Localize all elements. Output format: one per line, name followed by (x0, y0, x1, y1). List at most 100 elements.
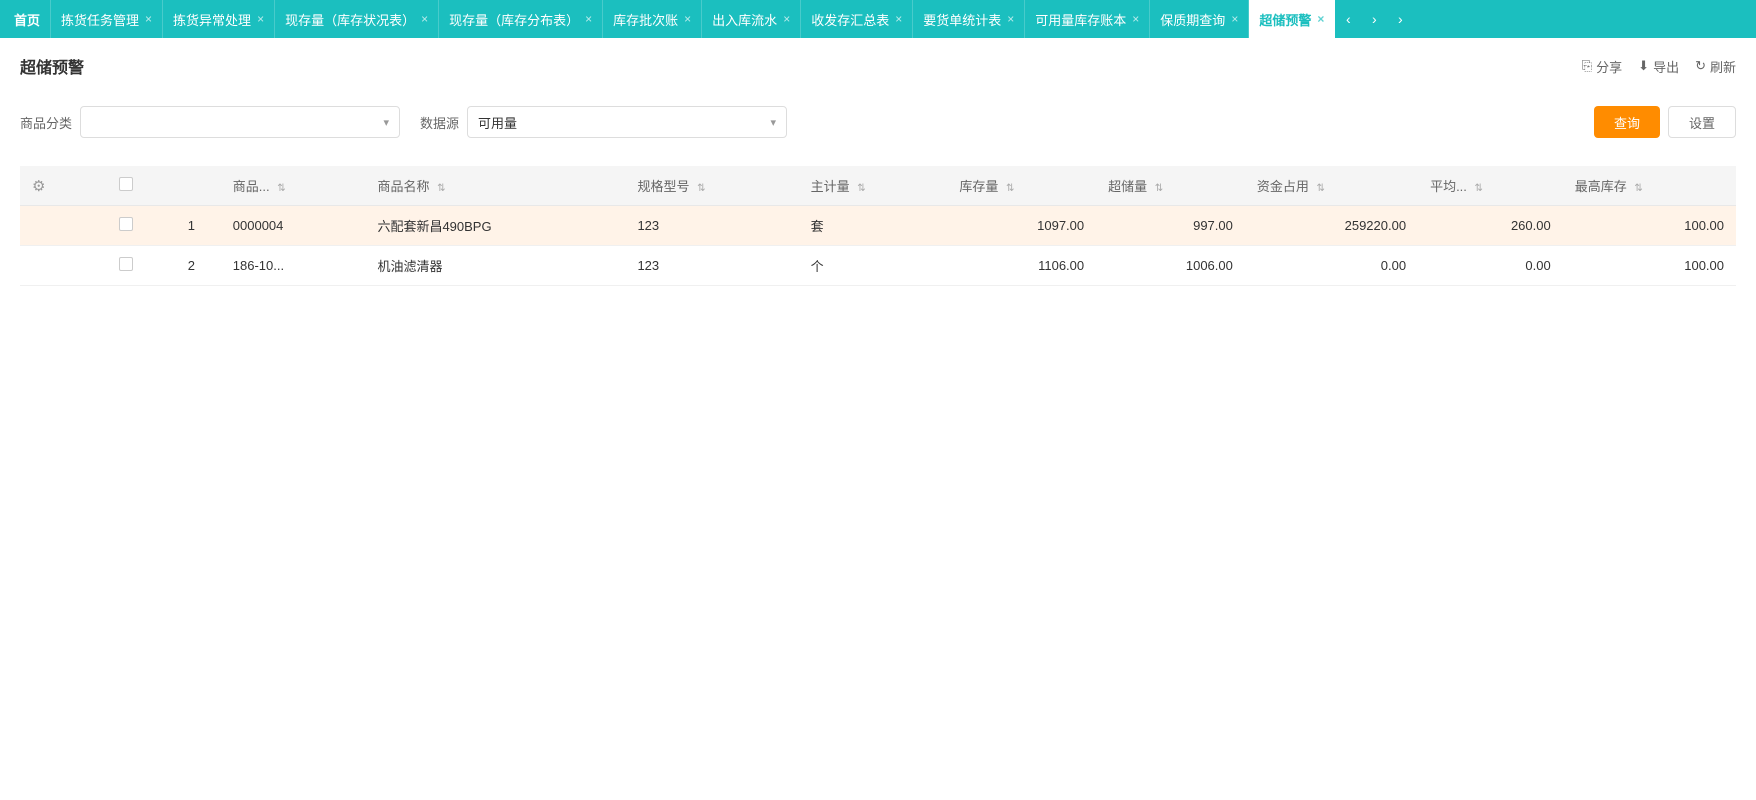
nav-tab-shelf-life[interactable]: 保质期查询 × (1150, 0, 1249, 38)
row-inventory: 1097.00 (947, 206, 1096, 246)
col-unit[interactable]: 主计量 ⇅ (799, 166, 948, 206)
col-max-inventory[interactable]: 最高库存 ⇅ (1563, 166, 1736, 206)
col-capital-usage[interactable]: 资金占用 ⇅ (1245, 166, 1418, 206)
export-button[interactable]: ⬇ 导出 (1638, 57, 1679, 76)
row-product-name: 六配套新昌490BPG (365, 206, 625, 246)
col-overstock-qty-label: 超储量 (1108, 179, 1147, 194)
export-icon: ⬇ (1638, 58, 1649, 74)
col-unit-sort-icon: ⇅ (857, 183, 865, 194)
col-inventory[interactable]: 库存量 ⇅ (947, 166, 1096, 206)
datasource-filter: 数据源 可用量 ▾ (420, 106, 787, 138)
category-select[interactable]: ▾ (80, 106, 400, 138)
row-unit: 套 (799, 206, 948, 246)
col-product-code[interactable]: 商品... ⇅ (221, 166, 366, 206)
row-checkbox[interactable] (119, 257, 133, 271)
nav-tab-recv-send[interactable]: 收发存汇总表 × (801, 0, 913, 38)
nav-tab-overstock[interactable]: 超储预警 × (1249, 0, 1335, 38)
settings-button[interactable]: 设置 (1668, 106, 1736, 138)
top-navigation: 首页 拣货任务管理 × 拣货异常处理 × 现存量（库存状况表） × 现存量（库存… (0, 0, 1756, 38)
nav-tab-inout-flow-label: 出入库流水 (712, 10, 777, 29)
row-inventory: 1106.00 (947, 246, 1096, 286)
col-overstock-qty[interactable]: 超储量 ⇅ (1096, 166, 1245, 206)
row-unit: 个 (799, 246, 948, 286)
nav-tab-inventory-status-label: 现存量（库存状况表） (285, 10, 415, 29)
category-chevron-icon: ▾ (383, 116, 389, 129)
nav-tab-recv-send-label: 收发存汇总表 (811, 10, 889, 29)
refresh-button[interactable]: ↻ 刷新 (1695, 57, 1736, 76)
nav-next-button[interactable]: › (1361, 0, 1387, 38)
nav-prev-button[interactable]: ‹ (1335, 0, 1361, 38)
col-unit-label: 主计量 (811, 179, 850, 194)
nav-tab-inventory-status-close[interactable]: × (421, 12, 428, 26)
row-num: 2 (162, 246, 221, 286)
row-settings-cell (20, 246, 90, 286)
nav-tab-task-mgmt[interactable]: 拣货任务管理 × (51, 0, 163, 38)
table-row: 2 186-10... 机油滤清器 123 个 1106.00 1006.00 … (20, 246, 1736, 286)
nav-tab-inventory-dist-close[interactable]: × (585, 12, 592, 26)
query-button[interactable]: 查询 (1594, 106, 1660, 138)
datasource-select[interactable]: 可用量 ▾ (467, 106, 787, 138)
nav-tab-available-label: 可用量库存账本 (1035, 10, 1126, 29)
refresh-icon: ↻ (1695, 58, 1706, 74)
row-checkbox-cell (90, 246, 162, 286)
filter-bar: 商品分类 ▾ 数据源 可用量 ▾ 查询 设置 (20, 94, 1736, 150)
col-capital-usage-label: 资金占用 (1257, 179, 1309, 194)
nav-tab-exception[interactable]: 拣货异常处理 × (163, 0, 275, 38)
row-spec: 123 (625, 246, 798, 286)
row-product-code: 186-10... (221, 246, 366, 286)
page-content: 超储预警 ⎘ 分享 ⬇ 导出 ↻ 刷新 商品分类 ▾ 数据源 (0, 38, 1756, 800)
nav-tab-inventory-status[interactable]: 现存量（库存状况表） × (275, 0, 439, 38)
row-overstock-qty: 1006.00 (1096, 246, 1245, 286)
share-icon: ⎘ (1582, 58, 1592, 74)
datasource-label: 数据源 (420, 113, 459, 132)
nav-tab-available[interactable]: 可用量库存账本 × (1025, 0, 1150, 38)
share-label: 分享 (1596, 57, 1622, 76)
row-capital-usage: 259220.00 (1245, 206, 1418, 246)
table-header-row: ⚙ 商品... ⇅ 商品名称 ⇅ 规格型号 ⇅ (20, 166, 1736, 206)
nav-tab-exception-close[interactable]: × (257, 12, 264, 26)
select-all-checkbox[interactable] (119, 177, 133, 191)
nav-tab-available-close[interactable]: × (1132, 12, 1139, 26)
nav-tab-inventory-dist[interactable]: 现存量（库存分布表） × (439, 0, 603, 38)
nav-tab-overstock-close[interactable]: × (1317, 12, 1324, 26)
table-row: 1 0000004 六配套新昌490BPG 123 套 1097.00 997.… (20, 206, 1736, 246)
row-max-inventory: 100.00 (1563, 206, 1736, 246)
col-capital-usage-sort-icon: ⇅ (1317, 183, 1325, 194)
col-product-code-label: 商品... (233, 179, 270, 194)
row-max-inventory: 100.00 (1563, 246, 1736, 286)
nav-tab-order-stat-close[interactable]: × (1007, 12, 1014, 26)
row-product-name: 机油滤清器 (365, 246, 625, 286)
header-actions: ⎘ 分享 ⬇ 导出 ↻ 刷新 (1582, 57, 1736, 76)
nav-tab-recv-send-close[interactable]: × (895, 12, 902, 26)
nav-tab-inventory-dist-label: 现存量（库存分布表） (449, 10, 579, 29)
nav-tab-inout-flow[interactable]: 出入库流水 × (702, 0, 801, 38)
page-title: 超储预警 (20, 54, 84, 78)
nav-more-button[interactable]: › (1387, 0, 1413, 38)
row-num: 1 (162, 206, 221, 246)
row-checkbox-cell (90, 206, 162, 246)
col-inventory-sort-icon: ⇅ (1006, 183, 1014, 194)
nav-tab-exception-label: 拣货异常处理 (173, 10, 251, 29)
nav-tab-order-stat[interactable]: 要货单统计表 × (913, 0, 1025, 38)
row-avg-price: 0.00 (1418, 246, 1563, 286)
datasource-chevron-icon: ▾ (771, 116, 777, 129)
col-inventory-label: 库存量 (959, 179, 998, 194)
nav-tab-batch[interactable]: 库存批次账 × (603, 0, 702, 38)
share-button[interactable]: ⎘ 分享 (1582, 57, 1622, 76)
table-settings-icon[interactable]: ⚙ (32, 178, 45, 195)
col-checkbox (90, 166, 162, 206)
nav-tab-task-mgmt-label: 拣货任务管理 (61, 10, 139, 29)
row-checkbox[interactable] (119, 217, 133, 231)
nav-tab-home-label: 首页 (14, 10, 40, 29)
col-max-inventory-sort-icon: ⇅ (1634, 183, 1642, 194)
nav-tab-order-stat-label: 要货单统计表 (923, 10, 1001, 29)
nav-tab-inout-flow-close[interactable]: × (783, 12, 790, 26)
nav-tab-shelf-life-close[interactable]: × (1231, 12, 1238, 26)
nav-tab-home[interactable]: 首页 (4, 0, 51, 38)
col-spec[interactable]: 规格型号 ⇅ (625, 166, 798, 206)
col-avg-price[interactable]: 平均... ⇅ (1418, 166, 1563, 206)
row-spec: 123 (625, 206, 798, 246)
nav-tab-task-mgmt-close[interactable]: × (145, 12, 152, 26)
nav-tab-batch-close[interactable]: × (684, 12, 691, 26)
col-product-name[interactable]: 商品名称 ⇅ (365, 166, 625, 206)
